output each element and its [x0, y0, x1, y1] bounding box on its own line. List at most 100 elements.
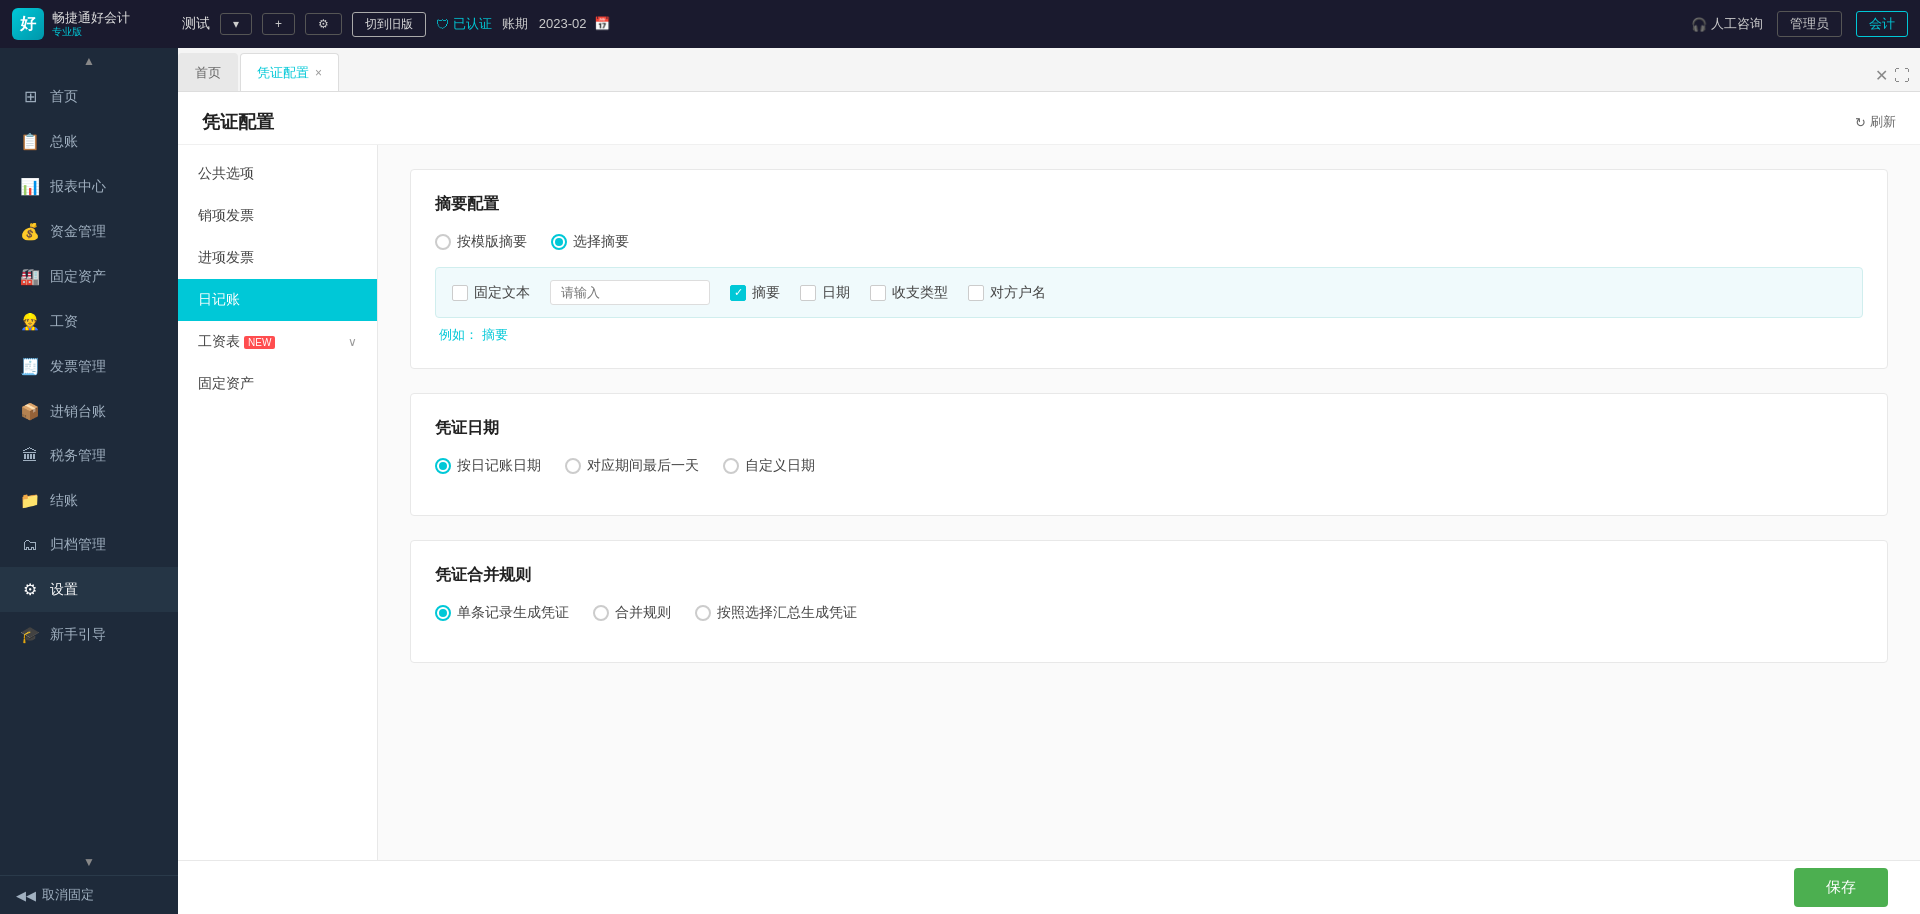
sidebar-scroll-up[interactable]: ▲ [0, 48, 178, 74]
admin-button[interactable]: 管理员 [1777, 11, 1842, 37]
page-footer: 保存 [178, 860, 1920, 914]
radio-custom-date-label: 自定义日期 [745, 457, 815, 475]
sidebar-item-tax[interactable]: 🏛 税务管理 [0, 434, 178, 478]
content-area: 首页 凭证配置 × ✕ ⛶ 凭证配置 ↻ 刷新 [178, 48, 1920, 914]
example-prefix: 例如： [439, 327, 478, 342]
settings-button[interactable]: ⚙ [305, 13, 342, 35]
sidebar-label-settings: 设置 [50, 581, 78, 599]
sidebar-item-guide[interactable]: 🎓 新手引导 [0, 612, 178, 657]
sidebar-item-inventory[interactable]: 📦 进销台账 [0, 389, 178, 434]
sidebar-item-payroll[interactable]: 👷 工资 [0, 299, 178, 344]
left-nav: 公共选项 销项发票 进项发票 日记账 工资表NEW ∨ [178, 145, 378, 860]
checkbox-summary[interactable]: ✓ 摘要 [730, 284, 780, 302]
sidebar-scroll-down[interactable]: ▼ [0, 849, 178, 875]
refresh-button[interactable]: ↻ 刷新 [1855, 113, 1896, 131]
archive-icon: 🗂 [20, 536, 40, 554]
checkbox-payment-type-label: 收支类型 [892, 284, 948, 302]
switch-old-version-button[interactable]: 切到旧版 [352, 12, 426, 37]
radio-aggregate[interactable]: 按照选择汇总生成凭证 [695, 604, 857, 622]
radio-select-summary[interactable]: 选择摘要 [551, 233, 629, 251]
config-area: 摘要配置 按模版摘要 选择摘要 [378, 145, 1920, 860]
consult-label: 人工咨询 [1711, 15, 1763, 33]
sidebar-item-settings[interactable]: ⚙ 设置 [0, 567, 178, 612]
left-nav-public[interactable]: 公共选项 [178, 153, 377, 195]
tab-voucher-config-label: 凭证配置 [257, 64, 309, 82]
checkbox-payment-type[interactable]: 收支类型 [870, 284, 948, 302]
dropdown-toggle[interactable]: ▾ [220, 13, 252, 35]
left-nav-purchase-invoice-label: 进项发票 [198, 249, 254, 265]
sidebar-item-funds[interactable]: 💰 资金管理 [0, 209, 178, 254]
sidebar-item-archive[interactable]: 🗂 归档管理 [0, 523, 178, 567]
left-nav-purchase-invoice[interactable]: 进项发票 [178, 237, 377, 279]
sidebar-item-invoice[interactable]: 🧾 发票管理 [0, 344, 178, 389]
page-body: 公共选项 销项发票 进项发票 日记账 工资表NEW ∨ [178, 145, 1920, 860]
chevron-down-icon: ∨ [348, 335, 357, 349]
expand-window-button[interactable]: ⛶ [1894, 67, 1910, 85]
summary-radio-group: 按模版摘要 选择摘要 [435, 233, 1863, 251]
consult-button[interactable]: 🎧 人工咨询 [1691, 15, 1763, 33]
left-nav-sales-invoice[interactable]: 销项发票 [178, 195, 377, 237]
radio-custom-date[interactable]: 自定义日期 [723, 457, 815, 475]
radio-template-circle [435, 234, 451, 250]
invoice-icon: 🧾 [20, 357, 40, 376]
radio-period-last-day-circle [565, 458, 581, 474]
shield-icon: 🛡 [436, 17, 449, 32]
page-content: 凭证配置 ↻ 刷新 公共选项 销项发票 进项发票 [178, 92, 1920, 914]
sidebar-label-ledger: 总账 [50, 133, 78, 151]
headset-icon: 🎧 [1691, 17, 1707, 32]
cancel-fixed-button[interactable]: ◀◀ 取消固定 [0, 875, 178, 914]
company-name: 测试 [182, 15, 210, 33]
add-button[interactable]: + [262, 13, 295, 35]
logo-main: 畅捷通好会计 [52, 10, 130, 26]
radio-merge-rule[interactable]: 合并规则 [593, 604, 671, 622]
tab-home-label: 首页 [195, 64, 221, 82]
checkbox-fixed-text[interactable]: 固定文本 [452, 284, 530, 302]
radio-template-summary[interactable]: 按模版摘要 [435, 233, 527, 251]
cancel-fixed-label: 取消固定 [42, 886, 94, 904]
inventory-icon: 📦 [20, 402, 40, 421]
left-nav-fixed-assets[interactable]: 固定资产 [178, 363, 377, 405]
sidebar-item-home[interactable]: ⊞ 首页 [0, 74, 178, 119]
tab-home[interactable]: 首页 [178, 53, 238, 91]
radio-journal-date-circle [435, 458, 451, 474]
sidebar-label-home: 首页 [50, 88, 78, 106]
left-nav-journal[interactable]: 日记账 [178, 279, 377, 321]
tab-voucher-config[interactable]: 凭证配置 × [240, 53, 339, 91]
sidebar-item-ledger[interactable]: 📋 总账 [0, 119, 178, 164]
sidebar-item-reports[interactable]: 📊 报表中心 [0, 164, 178, 209]
left-nav-public-label: 公共选项 [198, 165, 254, 181]
pin-icon: ◀◀ [16, 888, 36, 903]
radio-period-last-day[interactable]: 对应期间最后一天 [565, 457, 699, 475]
radio-single-record[interactable]: 单条记录生成凭证 [435, 604, 569, 622]
radio-merge-rule-circle [593, 605, 609, 621]
checkbox-counterparty[interactable]: 对方户名 [968, 284, 1046, 302]
accountant-button[interactable]: 会计 [1856, 11, 1908, 37]
sidebar: ▲ ⊞ 首页 📋 总账 📊 报表中心 💰 资金管理 🏭 固定资产 [0, 48, 178, 914]
radio-single-record-label: 单条记录生成凭证 [457, 604, 569, 622]
radio-single-record-circle [435, 605, 451, 621]
sidebar-item-fixed-assets[interactable]: 🏭 固定资产 [0, 254, 178, 299]
close-window-button[interactable]: ✕ [1875, 66, 1888, 85]
save-button[interactable]: 保存 [1794, 868, 1888, 907]
sidebar-label-inventory: 进销台账 [50, 403, 106, 421]
date-radio-group: 按日记账日期 对应期间最后一天 自定义日期 [435, 457, 1863, 475]
header-right: 🎧 人工咨询 管理员 会计 [1691, 11, 1908, 37]
merge-radio-group: 单条记录生成凭证 合并规则 按照选择汇总生成凭证 [435, 604, 1863, 622]
left-nav-payroll-table[interactable]: 工资表NEW ∨ [178, 321, 377, 363]
funds-icon: 💰 [20, 222, 40, 241]
date-section: 凭证日期 按日记账日期 对应期间最后一天 [410, 393, 1888, 516]
left-nav-fixed-assets-label: 固定资产 [198, 375, 254, 391]
fixed-text-input[interactable] [550, 280, 710, 305]
radio-journal-date[interactable]: 按日记账日期 [435, 457, 541, 475]
radio-custom-date-circle [723, 458, 739, 474]
page-title: 凭证配置 [202, 110, 274, 134]
close-tab-icon[interactable]: × [315, 66, 322, 80]
tabs-bar: 首页 凭证配置 × ✕ ⛶ [178, 48, 1920, 92]
period-value: 2023-02 [539, 16, 587, 31]
header-center: 测试 ▾ + ⚙ 切到旧版 🛡 已认证 账期 2023-02 📅 [182, 12, 1681, 37]
checkbox-date[interactable]: 日期 [800, 284, 850, 302]
reports-icon: 📊 [20, 177, 40, 196]
refresh-icon: ↻ [1855, 115, 1866, 130]
tabs-actions: ✕ ⛶ [1875, 66, 1920, 91]
sidebar-item-close[interactable]: 📁 结账 [0, 478, 178, 523]
